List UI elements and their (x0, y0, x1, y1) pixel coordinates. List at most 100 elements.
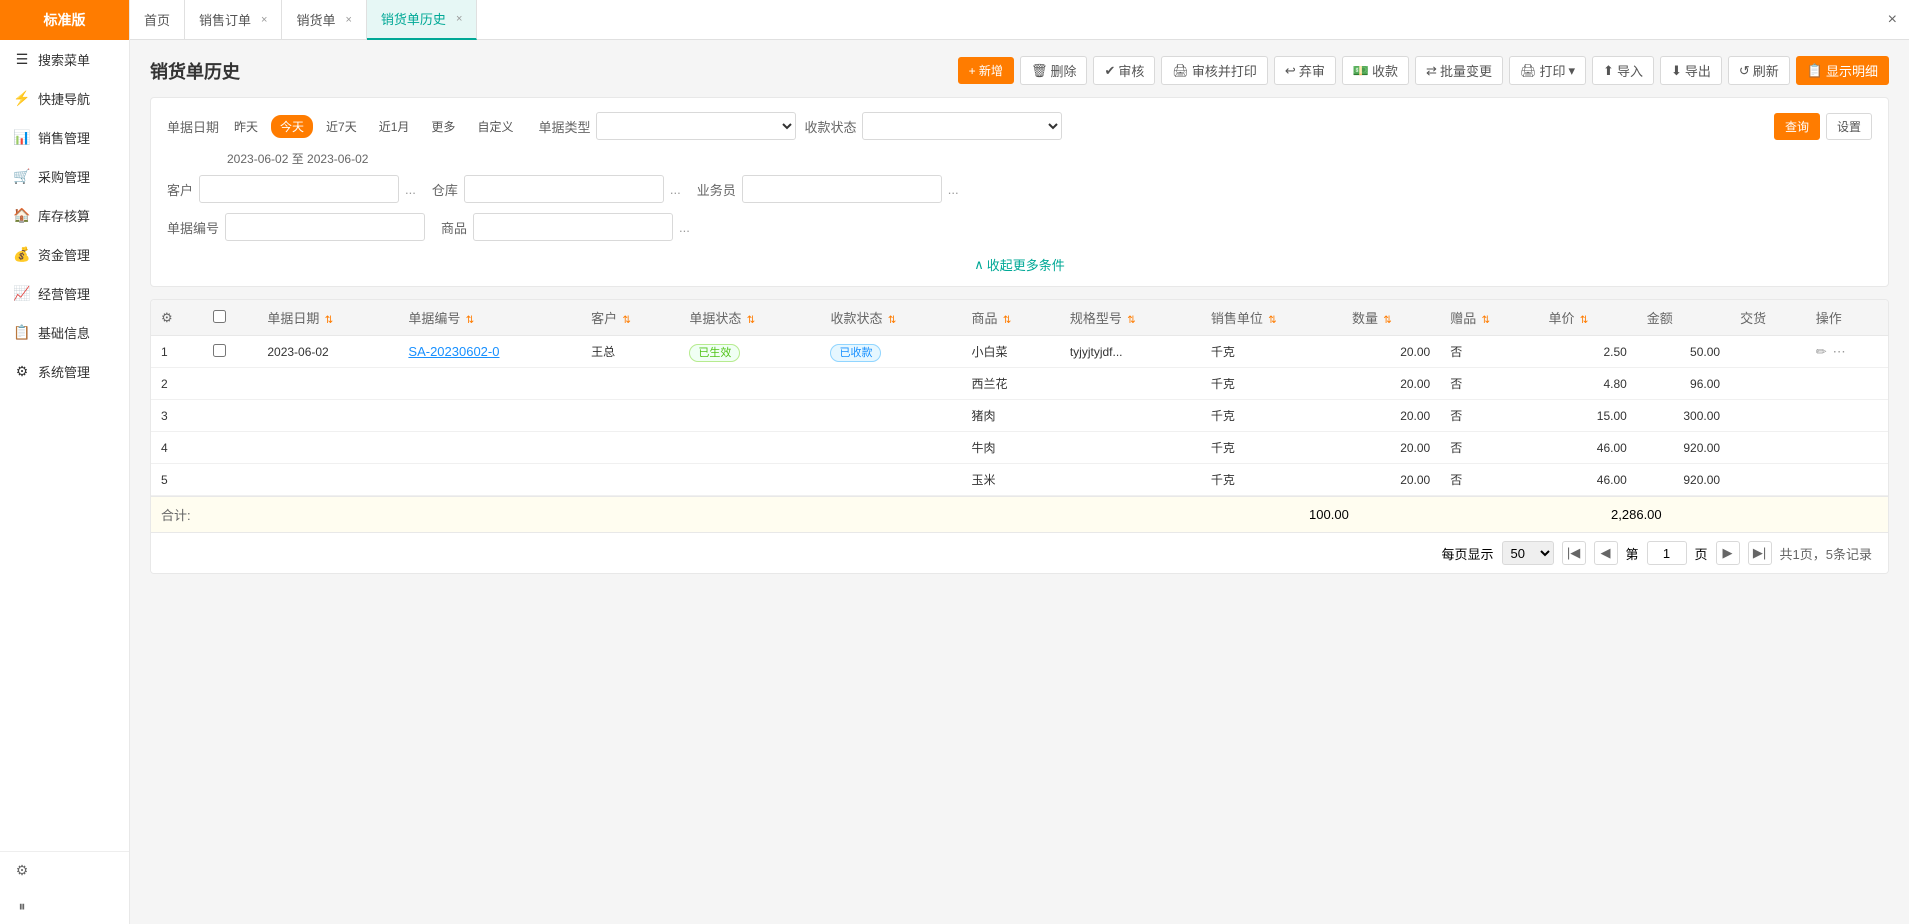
delete-button[interactable]: 🗑 删除 (1020, 56, 1088, 85)
customer-input[interactable] (199, 175, 399, 203)
batch-change-button[interactable]: ⇄ 批量变更 (1415, 56, 1503, 85)
date-badge-more[interactable]: 更多 (422, 115, 464, 138)
table-footer: 合计: 100.00 2,286.00 (151, 496, 1888, 532)
product-input[interactable] (473, 213, 673, 241)
next-page-button[interactable]: ▶ (1716, 541, 1740, 565)
warehouse-label: 仓库 (432, 180, 458, 199)
sort-qty-icon[interactable]: ⇅ (1383, 315, 1391, 326)
cell-doc-date (257, 432, 398, 464)
date-badge-7days[interactable]: 近7天 (317, 115, 366, 138)
cell-gift: 否 (1440, 464, 1538, 496)
salesperson-ellipsis[interactable]: ... (948, 182, 959, 197)
batch-change-icon: ⇄ (1426, 63, 1437, 79)
filter-warehouse-item: 仓库 ... (432, 175, 681, 203)
first-page-button[interactable]: |◀ (1562, 541, 1586, 565)
sidebar-item-quick-nav[interactable]: ⚡ 快捷导航 (0, 79, 129, 118)
doc-no-link[interactable]: SA-20230602-0 (408, 344, 499, 359)
page-number-input[interactable] (1647, 541, 1687, 565)
window-close-button[interactable]: × (1876, 11, 1909, 29)
cell-qty: 20.00 (1342, 368, 1440, 400)
doc-type-select[interactable] (596, 112, 796, 140)
purchase-mgmt-icon: 🛒 (14, 169, 30, 185)
column-settings-icon[interactable]: ⚙ (161, 310, 173, 325)
sidebar-item-sales-mgmt[interactable]: 📊 销售管理 (0, 118, 129, 157)
cell-doc-no: SA-20230602-0 (398, 336, 581, 368)
sort-product-icon[interactable]: ⇅ (1003, 315, 1011, 326)
export-button[interactable]: ⬇ 导出 (1660, 56, 1722, 85)
th-actions-label: 操作 (1816, 311, 1842, 326)
warehouse-ellipsis[interactable]: ... (670, 182, 681, 197)
sidebar-bottom-settings[interactable]: ⚙ (0, 852, 129, 888)
th-product: 商品 ⇅ (962, 300, 1060, 336)
tab-sales-order[interactable]: 销售订单 × (185, 0, 282, 40)
query-button[interactable]: 查询 (1774, 113, 1820, 140)
edit-icon[interactable]: ✏ (1816, 344, 1827, 360)
docno-input[interactable] (225, 213, 425, 241)
cell-gift: 否 (1440, 400, 1538, 432)
date-badge-today[interactable]: 今天 (271, 115, 313, 138)
tab-sales-delivery[interactable]: 销货单 × (282, 0, 366, 40)
sort-doc-no-icon[interactable]: ⇅ (466, 315, 474, 326)
collect-button[interactable]: 💵 收款 (1342, 56, 1409, 85)
sidebar-item-basic-info[interactable]: 📋 基础信息 (0, 313, 129, 352)
tab-sales-delivery-close[interactable]: × (345, 14, 351, 26)
sort-payment-status-icon[interactable]: ⇅ (888, 315, 896, 326)
page-size-select[interactable]: 50 100 200 (1502, 541, 1554, 565)
more-icon[interactable]: ⋯ (1833, 344, 1846, 360)
customer-ellipsis[interactable]: ... (405, 182, 416, 197)
new-button[interactable]: + 新增 (958, 57, 1014, 84)
doc-type-label: 单据类型 (538, 117, 590, 136)
cell-product: 玉米 (962, 464, 1060, 496)
tab-sales-history[interactable]: 销货单历史 × (367, 0, 477, 40)
tab-sales-order-close[interactable]: × (261, 14, 267, 26)
sidebar-item-search-menu[interactable]: ☰ 搜索菜单 (0, 40, 129, 79)
sort-unit-price-icon[interactable]: ⇅ (1580, 315, 1588, 326)
toolbar: + 新增 🗑 删除 ✔ 审核 🖨 审核并打印 ↩ 弃审 (958, 56, 1889, 85)
show-detail-button[interactable]: 📋 显示明细 (1796, 56, 1889, 85)
cell-unit: 千克 (1201, 368, 1342, 400)
cell-payment-status (820, 368, 961, 400)
expand-toggle[interactable]: ∧ 收起更多条件 (167, 251, 1872, 278)
refresh-button[interactable]: ↺ 刷新 (1728, 56, 1790, 85)
search-menu-icon: ☰ (14, 52, 30, 68)
row-checkbox[interactable] (213, 344, 226, 357)
sidebar-item-label: 经营管理 (38, 284, 90, 303)
select-all-checkbox[interactable] (213, 310, 226, 323)
sort-gift-icon[interactable]: ⇅ (1482, 315, 1490, 326)
date-badge-1month[interactable]: 近1月 (370, 115, 419, 138)
sidebar-bottom-pause[interactable]: ⏸ (0, 888, 129, 924)
date-badge-yesterday[interactable]: 昨天 (225, 115, 267, 138)
sidebar-item-operations-mgmt[interactable]: 📈 经营管理 (0, 274, 129, 313)
delete-icon: 🗑 (1031, 63, 1048, 79)
sidebar-item-capital-mgmt[interactable]: 💰 资金管理 (0, 235, 129, 274)
tab-sales-history-close[interactable]: × (456, 13, 462, 25)
sidebar-item-inventory[interactable]: 🏠 库存核算 (0, 196, 129, 235)
sidebar-item-purchase-mgmt[interactable]: 🛒 采购管理 (0, 157, 129, 196)
import-button[interactable]: ⬆ 导入 (1592, 56, 1654, 85)
approve-button[interactable]: ✔ 审核 (1093, 56, 1155, 85)
sort-doc-date-icon[interactable]: ⇅ (325, 315, 333, 326)
warehouse-input[interactable] (464, 175, 664, 203)
sort-spec-icon[interactable]: ⇅ (1127, 315, 1135, 326)
cell-doc-status (679, 368, 820, 400)
sort-customer-icon[interactable]: ⇅ (623, 315, 631, 326)
sort-unit-icon[interactable]: ⇅ (1268, 315, 1276, 326)
last-page-button[interactable]: ▶| (1748, 541, 1772, 565)
date-badge-custom[interactable]: 自定义 (468, 115, 522, 138)
sidebar-item-label: 资金管理 (38, 245, 90, 264)
product-ellipsis[interactable]: ... (679, 220, 690, 235)
print-button[interactable]: 🖨 打印 ▾ (1509, 56, 1586, 85)
cell-unit-price: 4.80 (1539, 368, 1637, 400)
export-icon: ⬇ (1671, 63, 1682, 79)
salesperson-input[interactable] (742, 175, 942, 203)
sidebar-item-sys-mgmt[interactable]: ⚙ 系统管理 (0, 352, 129, 391)
tab-home[interactable]: 首页 (130, 0, 185, 40)
settings-button[interactable]: 设置 (1826, 113, 1872, 140)
prev-page-button[interactable]: ◀ (1594, 541, 1618, 565)
payment-status-select[interactable] (862, 112, 1062, 140)
sort-doc-status-icon[interactable]: ⇅ (747, 315, 755, 326)
approve-print-button[interactable]: 🖨 审核并打印 (1161, 56, 1268, 85)
cell-spec (1060, 368, 1201, 400)
cell-row-no: 4 (151, 432, 203, 464)
abandon-button[interactable]: ↩ 弃审 (1274, 56, 1336, 85)
